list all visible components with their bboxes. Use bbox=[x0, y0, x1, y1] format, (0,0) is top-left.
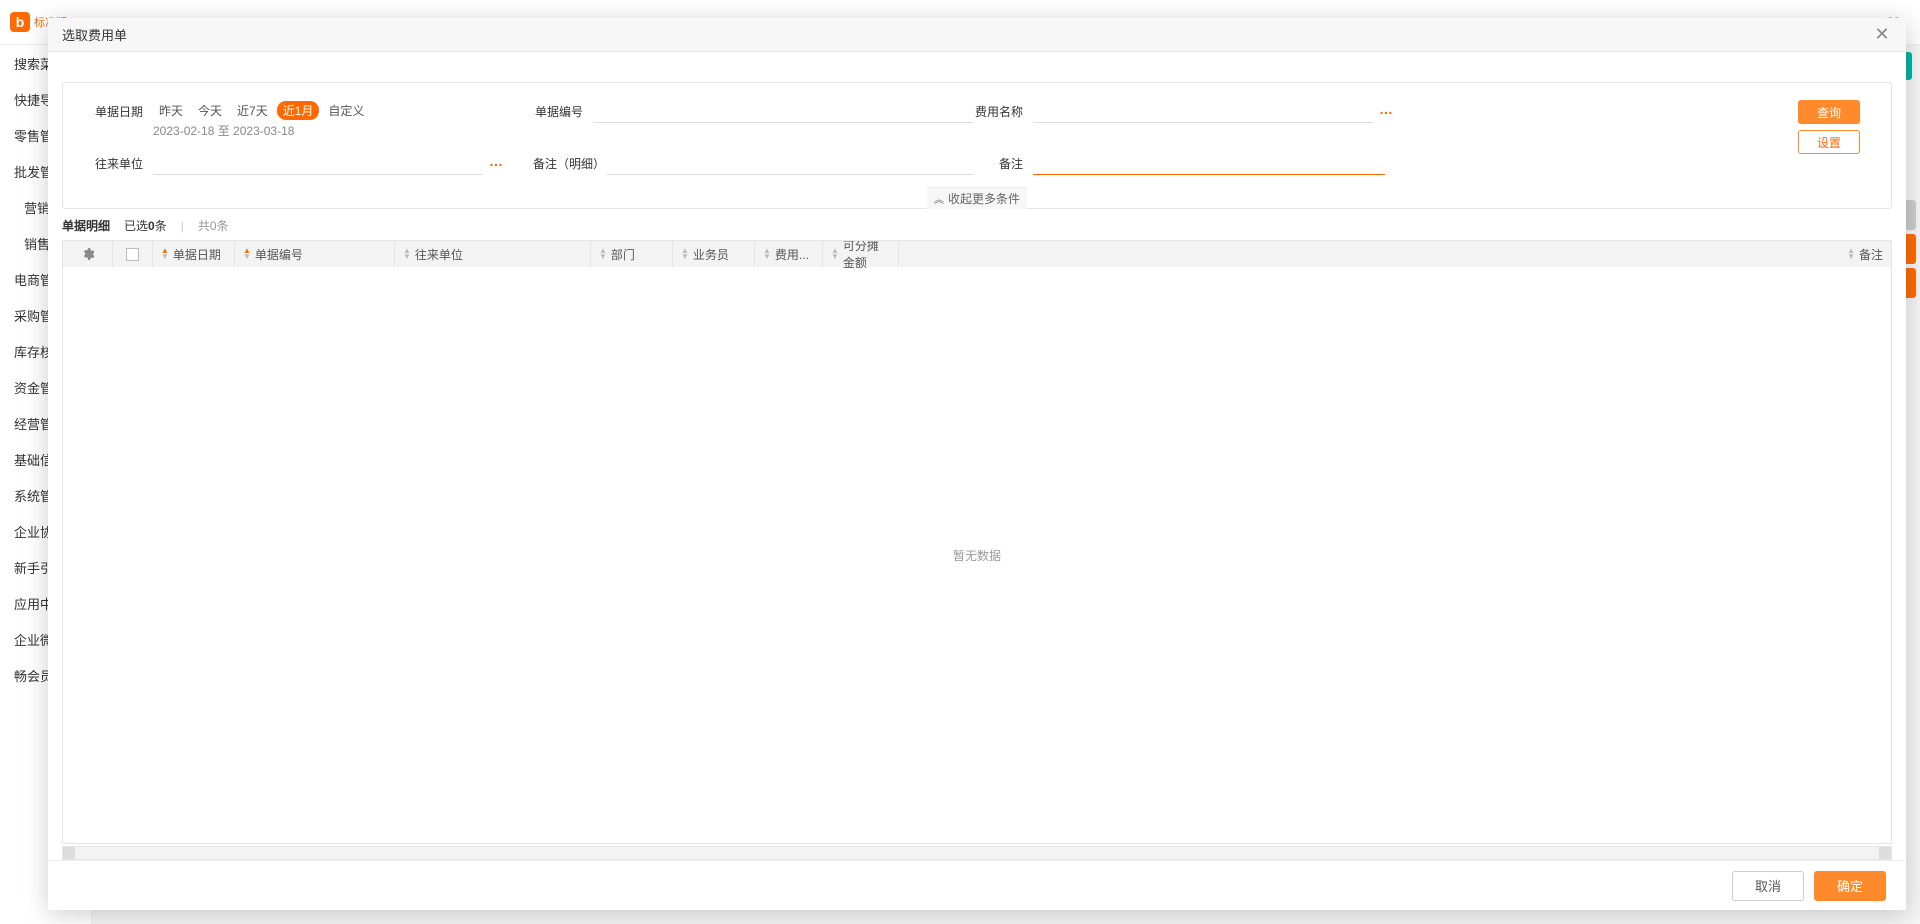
modal-header: 选取费用单 ✕ bbox=[48, 18, 1906, 52]
more-icon[interactable]: … bbox=[1373, 101, 1398, 117]
sort-icon: ▲▼ bbox=[403, 248, 411, 260]
col-label: 往来单位 bbox=[415, 246, 463, 263]
sort-icon: ▲▼ bbox=[161, 248, 169, 260]
sort-icon: ▲▼ bbox=[681, 248, 689, 260]
col-sales[interactable]: ▲▼ 业务员 bbox=[673, 241, 755, 267]
date-preset-1month[interactable]: 近1月 bbox=[277, 101, 320, 120]
table: ▲▼单据日期 ▲▼单据编号 ▲▼往来单位 ▲▼部门 ▲▼业务员 ▲▼费用... … bbox=[62, 240, 1892, 844]
filter-panel: 单据日期 昨天 今天 近7天 近1月 自定义 2023-02-18 至 2023… bbox=[62, 82, 1892, 209]
sort-icon: ▲▼ bbox=[243, 248, 251, 260]
date-preset-yesterday[interactable]: 昨天 bbox=[153, 101, 189, 120]
col-code[interactable]: ▲▼ 单据编号 bbox=[235, 241, 395, 267]
collapse-label: 收起更多条件 bbox=[948, 190, 1020, 207]
selected-prefix: 已选 bbox=[124, 219, 148, 233]
col-label: 可分摊金额 bbox=[843, 240, 890, 271]
filter-label-fee-name: 费用名称 bbox=[973, 101, 1033, 123]
select-all-checkbox[interactable] bbox=[113, 241, 153, 267]
table-body-empty: 暂无数据 bbox=[63, 267, 1891, 843]
col-label: 单据日期 bbox=[173, 246, 221, 263]
col-dept[interactable]: ▲▼ 部门 bbox=[591, 241, 673, 267]
modal-body: 查询 设置 单据日期 昨天 今天 近7天 bbox=[48, 52, 1906, 860]
party-input[interactable] bbox=[153, 154, 483, 174]
close-icon[interactable]: ✕ bbox=[1872, 25, 1892, 45]
code-input[interactable] bbox=[593, 102, 973, 122]
col-remark[interactable]: ▲▼ 备注 bbox=[899, 241, 1891, 267]
col-label: 单据编号 bbox=[255, 246, 303, 263]
filter-actions: 查询 设置 bbox=[1798, 100, 1860, 154]
filter-row: 往来单位 … 备注（明细） 备注 bbox=[93, 153, 1861, 175]
scroll-left-icon[interactable] bbox=[63, 847, 75, 859]
detail-title: 单据明细 bbox=[62, 217, 110, 234]
note-input[interactable] bbox=[1033, 154, 1385, 174]
selected-count: 已选0条 bbox=[124, 217, 167, 234]
gear-icon bbox=[81, 247, 95, 261]
selected-number: 0 bbox=[148, 219, 155, 233]
total-count: 共0条 bbox=[198, 217, 229, 234]
filter-label-code: 单据编号 bbox=[533, 101, 593, 123]
filter-row: 单据日期 昨天 今天 近7天 近1月 自定义 2023-02-18 至 2023… bbox=[93, 101, 1861, 139]
col-amount[interactable]: ▲▼可分摊金额 bbox=[823, 241, 899, 267]
scroll-right-icon[interactable] bbox=[1879, 847, 1891, 859]
total-number: 0 bbox=[210, 219, 217, 233]
checkbox-icon bbox=[126, 248, 139, 261]
total-prefix: 共 bbox=[198, 219, 210, 233]
modal-overlay: 选取费用单 ✕ 查询 设置 单据日期 昨天 bbox=[0, 0, 1920, 924]
col-label: 备注 bbox=[1859, 246, 1883, 263]
column-settings[interactable] bbox=[63, 241, 113, 267]
filter-label-party: 往来单位 bbox=[93, 153, 153, 175]
date-preset-7days[interactable]: 近7天 bbox=[231, 101, 274, 120]
query-button[interactable]: 查询 bbox=[1798, 100, 1860, 124]
col-date[interactable]: ▲▼ 单据日期 bbox=[153, 241, 235, 267]
empty-text: 暂无数据 bbox=[953, 547, 1001, 564]
cancel-button[interactable]: 取消 bbox=[1732, 871, 1804, 901]
fee-name-input[interactable] bbox=[1033, 102, 1373, 122]
detail-header: 单据明细 已选0条 | 共0条 bbox=[48, 209, 1906, 240]
divider: | bbox=[181, 219, 184, 233]
sort-icon: ▲▼ bbox=[831, 248, 839, 260]
settings-button[interactable]: 设置 bbox=[1798, 130, 1860, 154]
sort-icon: ▲▼ bbox=[1847, 248, 1855, 260]
col-party[interactable]: ▲▼ 往来单位 bbox=[395, 241, 591, 267]
filter-label-date: 单据日期 bbox=[93, 101, 153, 123]
date-presets: 昨天 今天 近7天 近1月 自定义 bbox=[153, 101, 370, 120]
date-range: 2023-02-18 至 2023-03-18 bbox=[153, 122, 370, 139]
col-label: 部门 bbox=[611, 246, 635, 263]
col-label: 业务员 bbox=[693, 246, 729, 263]
modal-select-expense: 选取费用单 ✕ 查询 设置 单据日期 昨天 bbox=[48, 18, 1906, 910]
horizontal-scrollbar[interactable] bbox=[62, 846, 1892, 860]
modal-footer: 取消 确定 bbox=[48, 860, 1906, 910]
sort-icon: ▲▼ bbox=[599, 248, 607, 260]
date-preset-today[interactable]: 今天 bbox=[192, 101, 228, 120]
sort-icon: ▲▼ bbox=[763, 248, 771, 260]
modal-title: 选取费用单 bbox=[62, 25, 127, 44]
chevron-up-icon: ︽ bbox=[934, 191, 944, 206]
filter-label-note: 备注 bbox=[973, 153, 1033, 175]
col-fee[interactable]: ▲▼ 费用... bbox=[755, 241, 823, 267]
col-label: 费用... bbox=[775, 246, 809, 263]
confirm-button[interactable]: 确定 bbox=[1814, 871, 1886, 901]
note-detail-input[interactable] bbox=[607, 154, 973, 174]
filter-label-note-detail: 备注（明细） bbox=[533, 153, 607, 175]
date-preset-custom[interactable]: 自定义 bbox=[322, 101, 370, 120]
total-suffix: 条 bbox=[217, 219, 229, 233]
more-icon[interactable]: … bbox=[483, 153, 508, 169]
table-header: ▲▼单据日期 ▲▼单据编号 ▲▼往来单位 ▲▼部门 ▲▼业务员 ▲▼费用... … bbox=[63, 241, 1891, 267]
collapse-conditions[interactable]: ︽ 收起更多条件 bbox=[927, 187, 1027, 209]
selected-suffix: 条 bbox=[155, 219, 167, 233]
